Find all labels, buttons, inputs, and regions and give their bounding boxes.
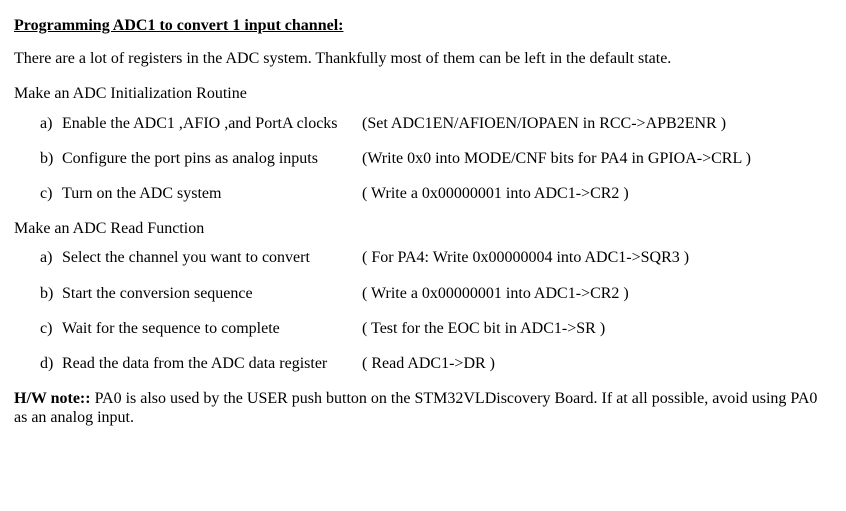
item-marker: c) <box>14 319 62 338</box>
intro-paragraph: There are a lot of registers in the ADC … <box>14 49 832 68</box>
init-list: a) Enable the ADC1 ,AFIO ,and PortA cloc… <box>14 114 832 204</box>
item-detail: (Write 0x0 into MODE/CNF bits for PA4 in… <box>362 149 832 168</box>
list-item: a) Select the channel you want to conver… <box>14 248 832 267</box>
read-heading: Make an ADC Read Function <box>14 219 832 238</box>
item-step: Enable the ADC1 ,AFIO ,and PortA clocks <box>62 114 362 133</box>
item-step: Select the channel you want to convert <box>62 248 362 267</box>
item-detail: ( Test for the EOC bit in ADC1->SR ) <box>362 319 832 338</box>
item-marker: b) <box>14 284 62 303</box>
item-marker: d) <box>14 354 62 373</box>
read-list: a) Select the channel you want to conver… <box>14 248 832 373</box>
item-detail: ( For PA4: Write 0x00000004 into ADC1->S… <box>362 248 832 267</box>
item-marker: b) <box>14 149 62 168</box>
hw-note-label: H/W note:: <box>14 390 91 407</box>
list-item: b) Start the conversion sequence ( Write… <box>14 284 832 303</box>
item-marker: c) <box>14 184 62 203</box>
item-detail: ( Write a 0x00000001 into ADC1->CR2 ) <box>362 284 832 303</box>
item-step: Turn on the ADC system <box>62 184 362 203</box>
doc-title: Programming ADC1 to convert 1 input chan… <box>14 16 832 35</box>
list-item: d) Read the data from the ADC data regis… <box>14 354 832 373</box>
list-item: c) Wait for the sequence to complete ( T… <box>14 319 832 338</box>
item-step: Wait for the sequence to complete <box>62 319 362 338</box>
item-detail: (Set ADC1EN/AFIOEN/IOPAEN in RCC->APB2EN… <box>362 114 832 133</box>
item-step: Start the conversion sequence <box>62 284 362 303</box>
list-item: b) Configure the port pins as analog inp… <box>14 149 832 168</box>
item-marker: a) <box>14 248 62 267</box>
list-item: c) Turn on the ADC system ( Write a 0x00… <box>14 184 832 203</box>
init-heading: Make an ADC Initialization Routine <box>14 84 832 103</box>
item-detail: ( Read ADC1->DR ) <box>362 354 832 373</box>
item-step: Configure the port pins as analog inputs <box>62 149 362 168</box>
hw-note: H/W note:: PA0 is also used by the USER … <box>14 389 832 427</box>
list-item: a) Enable the ADC1 ,AFIO ,and PortA cloc… <box>14 114 832 133</box>
item-marker: a) <box>14 114 62 133</box>
item-step: Read the data from the ADC data register <box>62 354 362 373</box>
hw-note-text: PA0 is also used by the USER push button… <box>14 390 817 426</box>
item-detail: ( Write a 0x00000001 into ADC1->CR2 ) <box>362 184 832 203</box>
